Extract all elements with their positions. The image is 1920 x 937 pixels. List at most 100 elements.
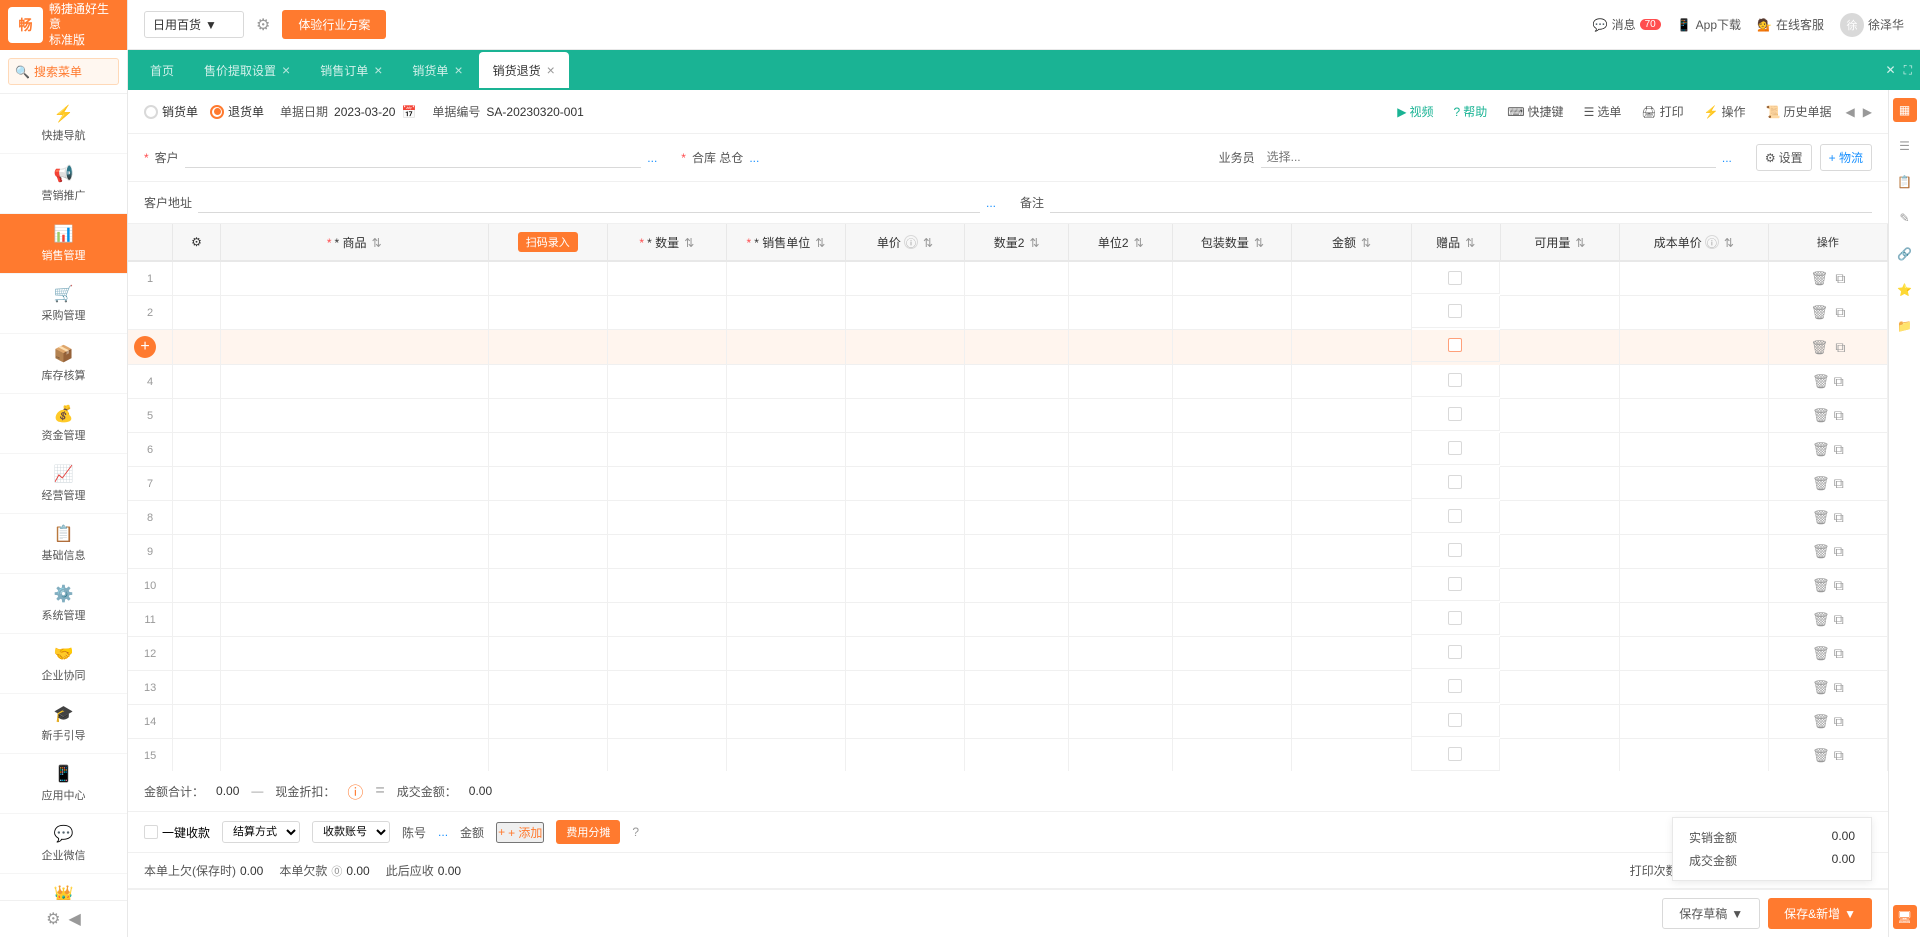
unit-sort-icon[interactable]: ⇅ xyxy=(815,236,825,250)
tab-sales-order[interactable]: 销售订单 × xyxy=(306,52,396,88)
sidebar-item-enterprise-wechat[interactable]: 💬 企业微信 xyxy=(0,814,127,874)
warehouse-more-btn[interactable]: ... xyxy=(749,151,759,165)
product-input-11[interactable] xyxy=(227,614,482,626)
message-btn[interactable]: 💬 消息 70 xyxy=(1593,16,1661,33)
sidebar-item-enterprise[interactable]: 🤝 企业协同 xyxy=(0,634,127,694)
delete-row-11[interactable]: 🗑 xyxy=(1810,609,1832,630)
maximize-btn[interactable]: ⛶ xyxy=(1904,63,1912,78)
gift-cb-5[interactable] xyxy=(1448,407,1462,421)
app-download-btn[interactable]: 📱 App下载 xyxy=(1677,16,1741,33)
scan-btn[interactable]: 扫码录入 xyxy=(518,232,578,252)
video-btn[interactable]: ▶ 视频 xyxy=(1391,100,1439,123)
copy-row-7[interactable]: ⧉ xyxy=(1832,473,1846,494)
screen-btn[interactable]: 🖥 xyxy=(1893,905,1917,929)
gift-cb-3[interactable] xyxy=(1448,338,1462,352)
product-input-3[interactable] xyxy=(227,341,482,353)
product-input-12[interactable] xyxy=(227,648,482,660)
price-info-icon[interactable]: ⓘ xyxy=(904,235,918,249)
copy-row-8[interactable]: ⧉ xyxy=(1832,507,1846,528)
copy-row-14[interactable]: ⧉ xyxy=(1832,711,1846,732)
nav-next-btn[interactable]: ▶ xyxy=(1863,105,1872,119)
sidebar-item-basic-info[interactable]: 📋 基础信息 xyxy=(0,514,127,574)
nav-prev-btn[interactable]: ◀ xyxy=(1846,105,1855,119)
tab-close-price-setup[interactable]: × xyxy=(282,62,290,78)
topbar-settings-icon[interactable]: ⚙ xyxy=(256,15,270,35)
sidebar-item-vip-member[interactable]: 👑 畅会员 xyxy=(0,874,127,900)
copy-row-11[interactable]: ⧉ xyxy=(1832,609,1846,630)
help-btn[interactable]: ? 帮助 xyxy=(1448,100,1494,123)
qty-sort-icon[interactable]: ⇅ xyxy=(684,236,694,250)
product-sort-icon[interactable]: ⇅ xyxy=(372,236,382,250)
gift-cb-8[interactable] xyxy=(1448,509,1462,523)
gift-cb-2[interactable] xyxy=(1448,304,1462,318)
cost-sort-icon[interactable]: ⇅ xyxy=(1724,236,1734,250)
delete-row-2[interactable]: 🗑 xyxy=(1808,302,1830,323)
remark-input[interactable] xyxy=(1050,192,1872,213)
product-input-5[interactable] xyxy=(227,410,482,422)
product-input-9[interactable] xyxy=(227,546,482,558)
gift-cb-4[interactable] xyxy=(1448,373,1462,387)
settings-btn[interactable]: ⚙ 设置 xyxy=(1756,144,1812,171)
account-more-btn[interactable]: ... xyxy=(438,825,448,839)
select-btn[interactable]: ☰ 选单 xyxy=(1578,100,1628,123)
daily-goods-select[interactable]: 日用百货 ▼ xyxy=(144,11,244,38)
copy-row-10[interactable]: ⧉ xyxy=(1832,575,1846,596)
sidebar-collapse-btn[interactable]: ◀ xyxy=(69,909,81,929)
fee-split-btn[interactable]: 费用分摊 xyxy=(556,820,620,844)
copy-row-2[interactable]: ⧉ xyxy=(1833,302,1847,323)
column-settings-icon[interactable]: ⚙ xyxy=(191,235,202,249)
radio-delivery[interactable]: 销货单 xyxy=(144,103,198,120)
product-input-8[interactable] xyxy=(227,512,482,524)
delete-row-5[interactable]: 🗑 xyxy=(1810,405,1832,426)
customer-more-btn[interactable]: ... xyxy=(647,151,657,165)
gift-cb-11[interactable] xyxy=(1448,611,1462,625)
address-more-btn[interactable]: ... xyxy=(986,196,996,210)
copy-row-12[interactable]: ⧉ xyxy=(1832,643,1846,664)
add-logistics-btn[interactable]: + 物流 xyxy=(1820,144,1872,171)
gift-cb-14[interactable] xyxy=(1448,713,1462,727)
gift-cb-7[interactable] xyxy=(1448,475,1462,489)
delete-row-14[interactable]: 🗑 xyxy=(1810,711,1832,732)
close-all-btn[interactable]: ✕ xyxy=(1886,63,1896,77)
user-info-btn[interactable]: 徐 徐泽华 xyxy=(1840,13,1904,37)
one-click-payment-cb[interactable]: 一键收款 xyxy=(144,824,210,841)
history-btn[interactable]: 📜 历史单据 xyxy=(1760,100,1838,123)
gift-cb-6[interactable] xyxy=(1448,441,1462,455)
sidebar-search[interactable]: 🔍 搜索菜单 xyxy=(0,50,127,94)
delete-row-1[interactable]: 🗑 xyxy=(1808,268,1830,289)
sidebar-settings-btn[interactable]: ⚙ xyxy=(46,909,60,929)
tab-sales-return[interactable]: 销货退货 × xyxy=(479,52,569,88)
tab-close-sales-return[interactable]: × xyxy=(547,62,555,78)
customer-input[interactable] xyxy=(185,147,642,168)
gift-cb-9[interactable] xyxy=(1448,543,1462,557)
copy-row-3[interactable]: ⧉ xyxy=(1833,337,1847,358)
edit-btn[interactable]: ✎ xyxy=(1893,206,1917,230)
product-input-13[interactable] xyxy=(227,682,482,694)
unit2-sort-icon[interactable]: ⇅ xyxy=(1134,236,1144,250)
delete-row-10[interactable]: 🗑 xyxy=(1810,575,1832,596)
add-payment-btn[interactable]: + + 添加 xyxy=(496,822,544,843)
copy-row-1[interactable]: ⧉ xyxy=(1833,268,1847,289)
gift-sort-icon[interactable]: ⇅ xyxy=(1465,236,1475,250)
account-select[interactable]: 收款账号 xyxy=(312,821,390,843)
trial-btn[interactable]: 体验行业方案 xyxy=(282,10,386,39)
price-sort-icon[interactable]: ⇅ xyxy=(923,236,933,250)
tab-close-sales-order[interactable]: × xyxy=(374,62,382,78)
copy-row-9[interactable]: ⧉ xyxy=(1832,541,1846,562)
radio-return[interactable]: 退货单 xyxy=(210,103,264,120)
grid-view-btn[interactable]: ▦ xyxy=(1893,98,1917,122)
tab-sales-delivery[interactable]: 销货单 × xyxy=(398,52,476,88)
operation-btn[interactable]: ⚡ 操作 xyxy=(1698,100,1752,123)
copy-row-6[interactable]: ⧉ xyxy=(1832,439,1846,460)
delete-row-7[interactable]: 🗑 xyxy=(1810,473,1832,494)
address-input[interactable] xyxy=(198,192,980,213)
sidebar-item-system-mgmt[interactable]: ⚙️ 系统管理 xyxy=(0,574,127,634)
product-input-4[interactable] xyxy=(227,376,482,388)
cost-info-icon[interactable]: ⓘ xyxy=(1705,235,1719,249)
copy-row-13[interactable]: ⧉ xyxy=(1832,677,1846,698)
clipboard-btn[interactable]: 📋 xyxy=(1893,170,1917,194)
th-settings[interactable]: ⚙ xyxy=(173,224,221,261)
shortcut-btn[interactable]: ⌨ 快捷键 xyxy=(1501,100,1569,123)
add-row-btn[interactable]: + xyxy=(134,336,156,358)
delete-row-13[interactable]: 🗑 xyxy=(1810,677,1832,698)
